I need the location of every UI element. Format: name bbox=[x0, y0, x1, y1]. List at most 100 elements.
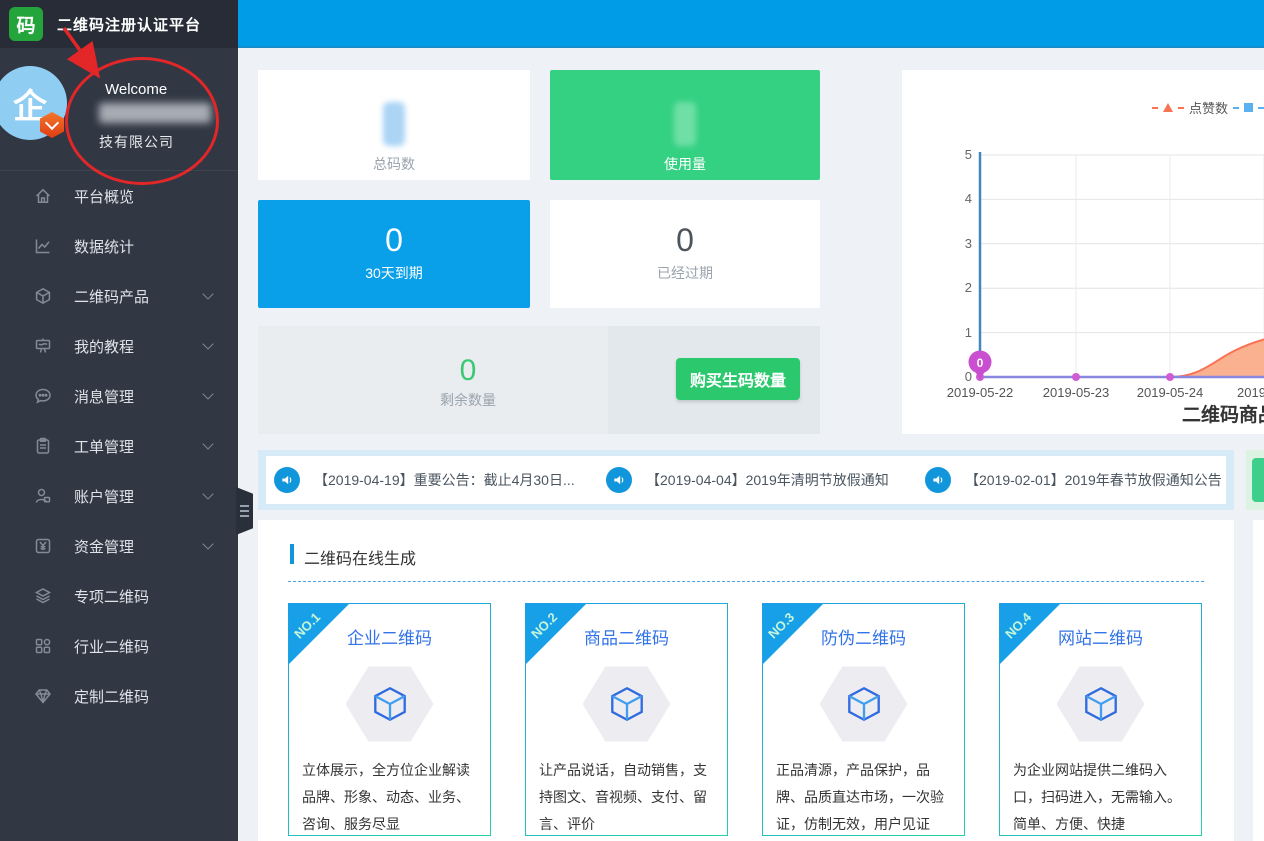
right-panel-green-button-clipped bbox=[1252, 458, 1264, 502]
section-accent-bar bbox=[290, 544, 294, 564]
sidebar-item-label: 二维码产品 bbox=[74, 288, 150, 306]
sidebar-item-label: 数据统计 bbox=[74, 238, 135, 256]
sidebar-item-label: 消息管理 bbox=[74, 388, 135, 406]
hexagon-badge bbox=[345, 666, 434, 742]
stat-card-expire-30d: 0 30天到期 bbox=[258, 200, 530, 308]
announcement-item[interactable]: 【2019-02-01】2019年春节放假通知公告 bbox=[925, 456, 1222, 504]
product-description: 为企业网站提供二维码入口，扫码进入，无需输入。简单、方便、快捷 bbox=[1013, 762, 1181, 832]
stat-value: 0 bbox=[676, 222, 694, 258]
announcement-item[interactable]: 【2019-04-19】重要公告：截止4月30日... bbox=[274, 456, 575, 504]
sidebar-item-label: 定制二维码 bbox=[74, 688, 150, 706]
buy-codes-button[interactable]: 购买生码数量 bbox=[676, 358, 800, 400]
section-title: 二维码在线生成 bbox=[304, 551, 417, 568]
cube-icon bbox=[1084, 686, 1117, 722]
pin-label: 0 bbox=[977, 356, 984, 370]
user-icon bbox=[35, 488, 51, 503]
stat-label: 30天到期 bbox=[365, 265, 423, 281]
stat-card-remaining: 0 剩余数量 购买生码数量 bbox=[258, 326, 820, 434]
y-tick: 2 bbox=[964, 280, 972, 295]
chevron-down-icon bbox=[202, 338, 214, 350]
x-label: 2019-05-22 bbox=[946, 385, 1014, 400]
y-tick: 3 bbox=[964, 236, 972, 251]
product-card-goods-qrcode[interactable]: NO.2 商品二维码 让产品说话，自动销售，支持图文、音视频、支付、留言、评价 bbox=[525, 603, 728, 836]
legend-item-comments[interactable]: 评 bbox=[1233, 98, 1264, 117]
diamond-icon bbox=[35, 689, 51, 704]
stat-value: 0 bbox=[385, 222, 403, 258]
data-point-marker bbox=[1072, 373, 1080, 381]
layers-icon bbox=[34, 588, 52, 604]
stat-label: 已经过期 bbox=[657, 265, 713, 281]
hexagon-badge bbox=[1056, 666, 1145, 742]
qr-generator-panel: 二维码在线生成 NO.1 企业二维码 立体展示，全方位企业解读品牌、形象、动态、… bbox=[258, 520, 1234, 841]
chevron-down-icon bbox=[202, 538, 214, 550]
sidebar-item-qrcode-products[interactable]: 二维码产品 bbox=[0, 271, 238, 321]
right-panel-clipped bbox=[1253, 520, 1264, 841]
legend-dash bbox=[1233, 106, 1239, 109]
legend-dash bbox=[1258, 106, 1264, 109]
sidebar-item-message-management[interactable]: 消息管理 bbox=[0, 371, 238, 421]
legend-triangle-marker bbox=[1163, 103, 1173, 112]
product-card-antifake-qrcode[interactable]: NO.3 防伪二维码 正品清源，产品保护，品牌、品质直达市场，一次验证，仿制无效… bbox=[762, 603, 965, 836]
announcement-text: 【2019-04-04】2019年清明节放假通知 bbox=[646, 472, 889, 488]
chart-title: 二维码商品 bbox=[1182, 405, 1264, 426]
stat-label: 使用量 bbox=[664, 156, 706, 172]
sidebar-collapse-handle[interactable] bbox=[236, 487, 253, 535]
sidebar-item-label: 平台概览 bbox=[74, 188, 135, 206]
sidebar-item-data-stats[interactable]: 数据统计 bbox=[0, 221, 238, 271]
annotation-arrow bbox=[62, 26, 101, 79]
sidebar-item-label: 资金管理 bbox=[74, 538, 135, 556]
dashed-separator bbox=[288, 581, 1204, 582]
chevron-down-icon bbox=[202, 488, 214, 500]
y-tick: 0 bbox=[964, 369, 972, 384]
legend-dash bbox=[1178, 106, 1184, 109]
legend-label: 点赞数 bbox=[1189, 101, 1229, 116]
sidebar: 企 Welcome 技有限公司 平台概览 数据统计 二维码产品 我的教程 消息管… bbox=[0, 26, 238, 841]
y-tick: 4 bbox=[964, 191, 972, 206]
yen-icon bbox=[35, 538, 51, 554]
sidebar-item-platform-overview[interactable]: 平台概览 bbox=[0, 171, 238, 221]
remaining-value-block: 0 剩余数量 bbox=[378, 326, 558, 410]
legend-item-likes[interactable]: 点赞数 bbox=[1152, 98, 1228, 117]
sidebar-item-label: 我的教程 bbox=[74, 338, 135, 356]
sidebar-item-label: 专项二维码 bbox=[74, 588, 150, 606]
legend-square-marker bbox=[1244, 103, 1253, 112]
right-panel-clipped-notice bbox=[1246, 450, 1264, 510]
stat-value: 0 bbox=[459, 354, 477, 387]
announcement-inner: 【2019-04-19】重要公告：截止4月30日... 【2019-04-04】… bbox=[266, 456, 1226, 504]
speaker-icon bbox=[925, 467, 951, 493]
speaker-icon bbox=[274, 467, 300, 493]
blurred-value bbox=[383, 102, 405, 146]
sidebar-item-account-management[interactable]: 账户管理 bbox=[0, 471, 238, 521]
blurred-value bbox=[674, 102, 696, 146]
product-description: 让产品说话，自动销售，支持图文、音视频、支付、留言、评价 bbox=[539, 762, 707, 832]
sidebar-item-my-tutorials[interactable]: 我的教程 bbox=[0, 321, 238, 371]
announcement-item[interactable]: 【2019-04-04】2019年清明节放假通知 bbox=[606, 456, 889, 504]
product-card-website-qrcode[interactable]: NO.4 网站二维码 为企业网站提供二维码入口，扫码进入，无需输入。简单、方便、… bbox=[999, 603, 1202, 836]
sidebar-item-label: 行业二维码 bbox=[74, 638, 150, 656]
sidebar-item-funds-management[interactable]: 资金管理 bbox=[0, 521, 238, 571]
hexagon-badge bbox=[819, 666, 908, 742]
chart-panel: 点赞数 评 0 bbox=[902, 70, 1264, 434]
sidebar-item-custom-qrcode[interactable]: 定制二维码 bbox=[0, 671, 238, 721]
sidebar-item-special-qrcode[interactable]: 专项二维码 bbox=[0, 571, 238, 621]
legend-dash bbox=[1152, 106, 1158, 109]
y-tick: 1 bbox=[964, 325, 972, 340]
stat-label: 剩余数量 bbox=[440, 392, 496, 408]
y-tick: 5 bbox=[964, 147, 972, 162]
cube-icon bbox=[35, 287, 51, 305]
product-card-enterprise-qrcode[interactable]: NO.1 企业二维码 立体展示，全方位企业解读品牌、形象、动态、业务、咨询、服务… bbox=[288, 603, 491, 836]
data-point-marker bbox=[1166, 373, 1174, 381]
line-chart-icon bbox=[35, 239, 50, 254]
sidebar-item-label: 账户管理 bbox=[74, 488, 135, 506]
announcement-text: 【2019-02-01】2019年春节放假通知公告 bbox=[965, 472, 1222, 488]
chevron-down-icon bbox=[202, 388, 214, 400]
chevron-down-icon bbox=[202, 288, 214, 300]
sidebar-item-workorder-management[interactable]: 工单管理 bbox=[0, 421, 238, 471]
stat-label: 总码数 bbox=[373, 156, 415, 172]
x-label: 2019-05-24 bbox=[1136, 385, 1204, 400]
sidebar-item-industry-qrcode[interactable]: 行业二维码 bbox=[0, 621, 238, 671]
top-navbar bbox=[238, 0, 1264, 48]
speaker-icon bbox=[606, 467, 632, 493]
announcement-bar: 【2019-04-19】重要公告：截止4月30日... 【2019-04-04】… bbox=[258, 450, 1234, 510]
grid-icon bbox=[35, 638, 51, 654]
